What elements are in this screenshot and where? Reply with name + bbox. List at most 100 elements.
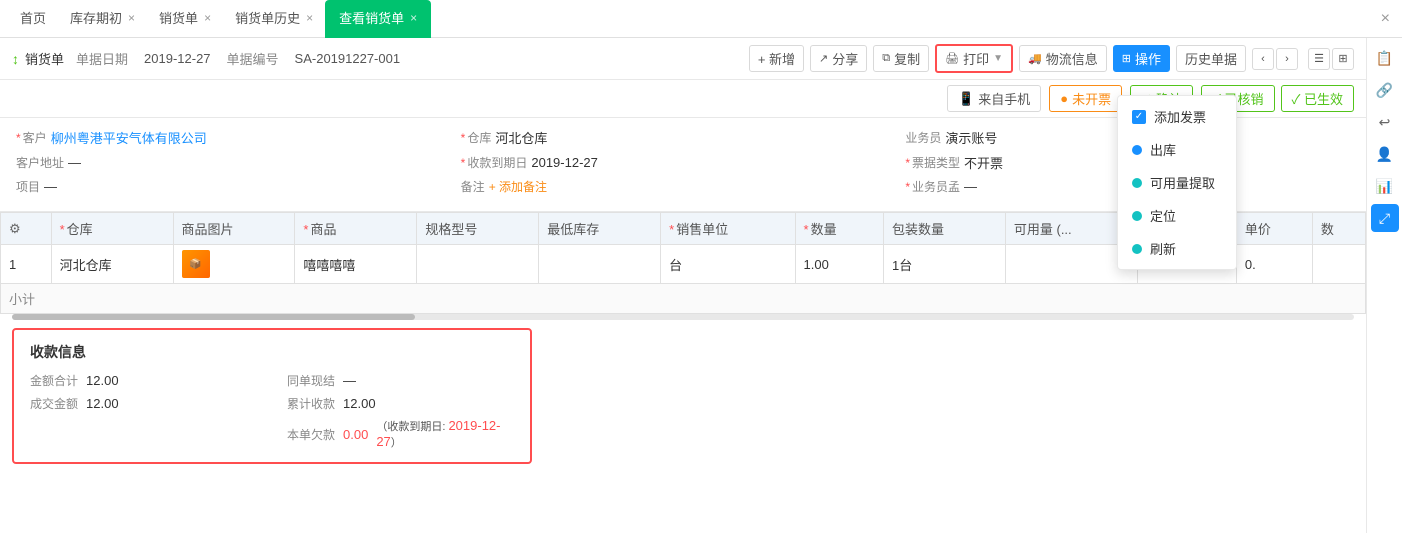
dropdown-item-add-invoice[interactable]: 添加发票 (1118, 100, 1236, 133)
nav-arrows: ‹ › (1252, 48, 1298, 70)
view-toggle: ☰ ⊞ (1308, 48, 1354, 70)
from-mobile-button[interactable]: 📱 来自手机 (947, 85, 1041, 112)
not-open-ticket-button[interactable]: ● 未开票 (1049, 85, 1122, 112)
subtotal-row: 小计 (1, 284, 1366, 314)
refresh-dot (1132, 244, 1142, 254)
project-value: — (44, 179, 57, 194)
address-label: 客户地址 (16, 154, 64, 171)
sidebar-icon-clipboard[interactable]: 📋 (1371, 44, 1399, 72)
doc-type-icon: ↕ (12, 51, 19, 67)
add-note-button[interactable]: + 添加备注 (489, 178, 547, 195)
col-pack-qty: 包装数量 (883, 213, 1005, 245)
logistics-icon: 🚚 (1028, 52, 1042, 65)
dropdown-item-refresh[interactable]: 刷新 (1118, 232, 1236, 265)
col-spec: 规格型号 (417, 213, 539, 245)
doc-meta: 单据日期 2019-12-27 单据编号 SA-20191227-001 (76, 49, 400, 68)
list-view-button[interactable]: ☰ (1308, 48, 1330, 70)
doc-type-label: 销货单 (25, 49, 64, 68)
ticket-type-value: 不开票 (964, 153, 1003, 172)
locate-dot (1132, 211, 1142, 221)
tab-view-sales[interactable]: 查看销货单 × (325, 0, 431, 38)
number-label: 单据编号 (227, 49, 279, 68)
sales-manager-label: 业务员孟 (905, 178, 960, 195)
nav-prev-button[interactable]: ‹ (1252, 48, 1274, 70)
sales-manager-value: — (964, 179, 977, 194)
tab-inventory[interactable]: 库存期初 × (58, 0, 147, 38)
cumulative-row: 累计收款 12.00 (287, 395, 514, 412)
sales-person-label: 业务员 (905, 129, 941, 146)
logistics-button[interactable]: 🚚 物流信息 (1019, 45, 1107, 72)
amount-row: 金额合计 12.00 (30, 372, 257, 389)
payment-title: 收款信息 (30, 342, 514, 362)
dropdown-item-available-qty[interactable]: 可用量提取 (1118, 166, 1236, 199)
address-field: 客户地址 — (16, 154, 461, 171)
tab-bar: 首页 库存期初 × 销货单 × 销货单历史 × 查看销货单 × × (0, 0, 1402, 38)
transaction-row: 成交金额 12.00 (30, 395, 257, 412)
cumulative-value: 12.00 (343, 396, 376, 411)
due-note: （收款到期日: 2019-12-27） (376, 418, 514, 450)
payment-date-label: 收款到期日 (461, 154, 528, 171)
address-value: — (68, 155, 81, 170)
customer-value[interactable]: 柳州粤港平安气体有限公司 (51, 128, 207, 147)
product-image: 📦 (182, 250, 210, 278)
row-product-img: 📦 (173, 245, 295, 284)
add-button[interactable]: + 新增 (749, 45, 804, 72)
nav-next-button[interactable]: › (1276, 48, 1298, 70)
sidebar-icon-user[interactable]: 👤 (1371, 140, 1399, 168)
col-product-img: 商品图片 (173, 213, 295, 245)
tab-close-sales[interactable]: × (204, 11, 211, 25)
right-sidebar: 📋 🔗 ↩ 👤 📊 ⤢ (1366, 38, 1402, 533)
warehouse-value: 河北仓库 (495, 128, 547, 147)
gear-icon[interactable]: ⚙ (9, 221, 21, 236)
sidebar-icon-refresh[interactable]: ↩ (1371, 108, 1399, 136)
share-button[interactable]: ↗ 分享 (810, 45, 867, 72)
print-button[interactable]: 🖨 打印 ▼ (935, 44, 1013, 73)
tab-sales-history[interactable]: 销货单历史 × (223, 0, 325, 38)
tab-close-view-sales[interactable]: × (410, 11, 417, 25)
note-field: 备注 + 添加备注 (461, 178, 906, 195)
window-close-button[interactable]: × (1381, 10, 1390, 28)
due-value: 0.00 (343, 427, 368, 442)
sidebar-icon-chart[interactable]: 📊 (1371, 172, 1399, 200)
amount-label: 金额合计 (30, 372, 78, 389)
print-dropdown-arrow: ▼ (993, 53, 1003, 64)
tab-home[interactable]: 首页 (8, 0, 58, 38)
sales-person-value: 演示账号 (945, 128, 997, 147)
grid-view-button[interactable]: ⊞ (1332, 48, 1354, 70)
project-field: 项目 — (16, 178, 461, 195)
tab-sales[interactable]: 销货单 × (147, 0, 223, 38)
date-value: 2019-12-27 (144, 51, 211, 66)
number-value: SA-20191227-001 (295, 51, 401, 66)
same-order-value: — (343, 373, 356, 388)
payment-date-value: 2019-12-27 (531, 155, 598, 170)
add-invoice-checkbox (1132, 110, 1146, 124)
row-unit: 台 (661, 245, 795, 284)
tab-close-sales-history[interactable]: × (306, 11, 313, 25)
sidebar-icon-link[interactable]: 🔗 (1371, 76, 1399, 104)
col-price: 单价 (1236, 213, 1312, 245)
payment-section: 收款信息 金额合计 12.00 同单现结 — 成交金额 12.00 (12, 328, 532, 464)
col-gear: ⚙ (1, 213, 52, 245)
row-warehouse: 河北仓库 (51, 245, 173, 284)
dropdown-item-outbound[interactable]: 出库 (1118, 133, 1236, 166)
horizontal-scrollbar[interactable] (12, 314, 1354, 320)
customer-field: 客户 柳州粤港平安气体有限公司 (16, 128, 461, 147)
ops-button[interactable]: ⊞ 操作 (1113, 45, 1170, 72)
project-label: 项目 (16, 178, 40, 195)
row-amount (1312, 245, 1365, 284)
same-order-label: 同单现结 (287, 372, 335, 389)
dropdown-item-locate[interactable]: 定位 (1118, 199, 1236, 232)
toolbar: + 新增 ↗ 分享 ⧉ 复制 🖨 打印 ▼ 🚚 物流信息 (749, 44, 1354, 73)
row-pack-qty: 1台 (883, 245, 1005, 284)
effective-status-button[interactable]: ✓ 已生效 (1281, 85, 1355, 112)
amount-value: 12.00 (86, 373, 119, 388)
copy-button[interactable]: ⧉ 复制 (873, 45, 929, 72)
sidebar-icon-expand[interactable]: ⤢ (1371, 204, 1399, 232)
mobile-icon: 📱 (958, 91, 974, 107)
customer-label: 客户 (16, 129, 47, 146)
due-date: 2019-12-27 (376, 418, 500, 449)
cumulative-label: 累计收款 (287, 395, 335, 412)
row-min-stock (539, 245, 661, 284)
tab-close-inventory[interactable]: × (128, 11, 135, 25)
history-button[interactable]: 历史单据 (1176, 45, 1246, 72)
